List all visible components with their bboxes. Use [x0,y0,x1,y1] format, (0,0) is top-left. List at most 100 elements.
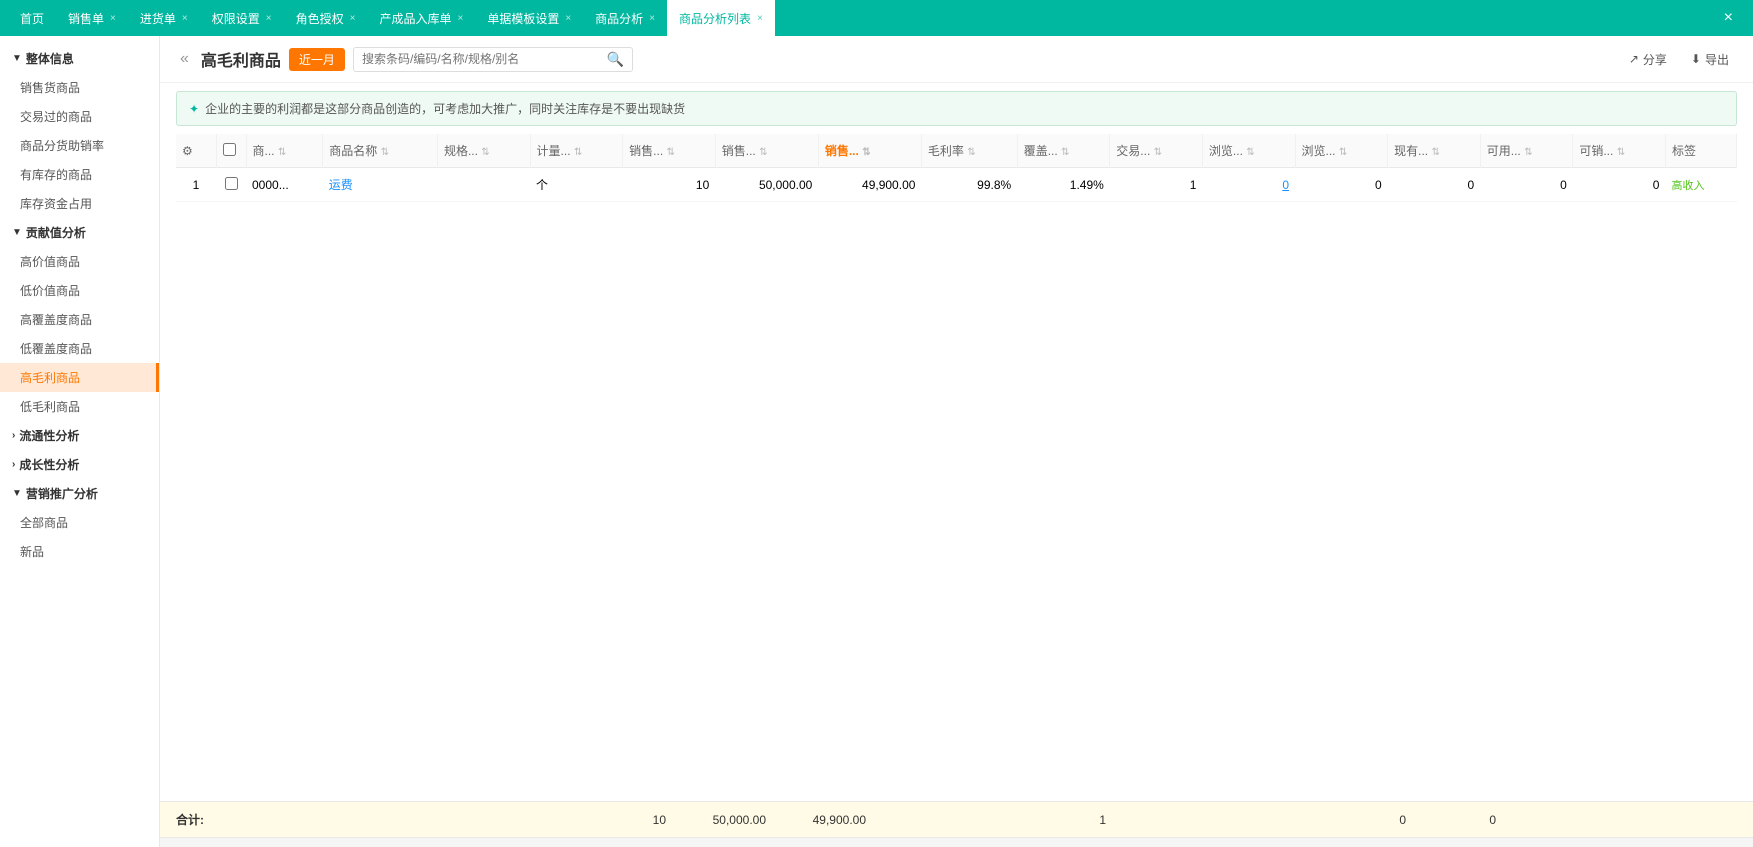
export-button[interactable]: ⬇ 导出 [1683,47,1737,72]
row-browse2: 0 [1295,168,1388,202]
window-close-button[interactable]: × [1712,9,1745,27]
nav-sales-order[interactable]: 销售单 × [56,0,128,36]
sidebar-item-in-stock-goods[interactable]: 有库存的商品 [0,160,159,189]
col-sellable-header[interactable]: 可销... ⇅ [1573,134,1666,168]
nav-role-auth[interactable]: 角色授权 × [284,0,368,36]
col-name-header[interactable]: 商品名称 ⇅ [323,134,438,168]
footer-total: 合计: 10 50,000.00 49,900.00 1 0 0 [160,801,1753,837]
col-checkbox[interactable] [216,134,246,168]
row-current: 0 [1388,168,1481,202]
arrow-growth-icon: › [12,459,15,470]
close-role-auth-icon[interactable]: × [350,13,356,24]
sidebar-item-sales-goods[interactable]: 销售货商品 [0,73,159,102]
sidebar-item-high-value[interactable]: 高价值商品 [0,247,159,276]
col-coverage-header[interactable]: 覆盖... ⇅ [1017,134,1110,168]
footer-sales1: 10 [606,813,666,827]
sidebar-group-growth[interactable]: › 成长性分析 [0,450,159,479]
footer-available: 0 [1346,813,1406,827]
sidebar-item-low-coverage[interactable]: 低覆盖度商品 [0,334,159,363]
sidebar-item-low-margin[interactable]: 低毛利商品 [0,392,159,421]
col-transaction-header[interactable]: 交易... ⇅ [1110,134,1203,168]
nav-product-analysis-list[interactable]: 商品分析列表 × [667,0,775,36]
top-navigation: 首页 销售单 × 进货单 × 权限设置 × 角色授权 × 产成品入库单 × 单据… [0,0,1753,36]
settings-icon[interactable]: ⚙ [182,144,193,158]
col-code-header[interactable]: 商... ⇅ [246,134,323,168]
row-sales2: 50,000.00 [715,168,818,202]
sort-sales3-icon: ⇅ [862,147,870,158]
nav-home[interactable]: 首页 [8,0,56,36]
col-available-header[interactable]: 可用... ⇅ [1480,134,1573,168]
close-product-analysis-icon[interactable]: × [649,13,655,24]
sort-sales1-icon: ⇅ [667,147,675,158]
close-purchase-order-icon[interactable]: × [182,13,188,24]
close-template-icon[interactable]: × [565,13,571,24]
content-area: « 高毛利商品 近一月 🔍 ↗ 分享 ⬇ 导出 ✦ 企业的主要的利润都是这部分商… [160,36,1753,847]
period-filter-button[interactable]: 近一月 [289,48,345,71]
row-available: 0 [1480,168,1573,202]
select-all-checkbox[interactable] [223,143,236,156]
sidebar-item-stock-capital[interactable]: 库存资金占用 [0,189,159,218]
share-button[interactable]: ↗ 分享 [1621,47,1675,72]
search-box[interactable]: 🔍 [353,47,633,72]
row-name[interactable]: 运费 [323,168,438,202]
row-browse1[interactable]: 0 [1202,168,1295,202]
sidebar-item-high-margin[interactable]: 高毛利商品 [0,363,159,392]
row-seq: 1 [176,168,216,202]
sidebar-item-new-goods[interactable]: 新品 [0,537,159,566]
arrow-contribution-icon: ▼ [12,227,22,238]
col-sales3-header[interactable]: 销售... ⇅ [818,134,921,168]
close-analysis-list-icon[interactable]: × [757,13,763,24]
row-code: 0000... [246,168,323,202]
col-tag-header[interactable]: 标签 [1665,134,1736,168]
nav-permission-settings[interactable]: 权限设置 × [200,0,284,36]
col-browse2-header[interactable]: 浏览... ⇅ [1295,134,1388,168]
sort-spec-icon: ⇅ [481,147,489,158]
col-unit-header[interactable]: 计量... ⇅ [530,134,623,168]
col-settings[interactable]: ⚙ [176,134,216,168]
sort-unit-icon: ⇅ [574,147,582,158]
col-current-header[interactable]: 现有... ⇅ [1388,134,1481,168]
sidebar-group-overview[interactable]: ▼ 整体信息 [0,44,159,73]
sort-gross-icon: ⇅ [967,147,975,158]
sidebar-item-low-value[interactable]: 低价值商品 [0,276,159,305]
nav-purchase-order[interactable]: 进货单 × [128,0,200,36]
arrow-liquidity-icon: › [12,430,15,441]
col-sales1-header[interactable]: 销售... ⇅ [623,134,716,168]
search-icon[interactable]: 🔍 [607,51,624,68]
close-permission-icon[interactable]: × [266,13,272,24]
row-sales1: 10 [623,168,716,202]
nav-template-settings[interactable]: 单据模板设置 × [475,0,583,36]
page-title: 高毛利商品 [201,47,281,71]
sidebar-collapse-button[interactable]: « [176,46,193,72]
search-input[interactable] [362,52,607,66]
col-sales2-header[interactable]: 销售... ⇅ [715,134,818,168]
data-table: ⚙ 商... ⇅ 商品名称 ⇅ [176,134,1737,202]
close-sales-order-icon[interactable]: × [110,13,116,24]
row-coverage: 1.49% [1017,168,1110,202]
close-product-inbound-icon[interactable]: × [457,13,463,24]
row-sales3: 49,900.00 [818,168,921,202]
sidebar-item-traded-goods[interactable]: 交易过的商品 [0,102,159,131]
bottom-scrollbar[interactable] [160,837,1753,847]
sidebar-group-marketing[interactable]: ▼ 营销推广分析 [0,479,159,508]
row-unit: 个 [530,168,623,202]
row-check-0[interactable] [225,177,238,190]
sidebar-item-all-goods[interactable]: 全部商品 [0,508,159,537]
col-gross-rate-header[interactable]: 毛利率 ⇅ [921,134,1017,168]
nav-product-analysis[interactable]: 商品分析 × [583,0,667,36]
sidebar-group-liquidity[interactable]: › 流通性分析 [0,421,159,450]
sidebar-item-goods-assist-rate[interactable]: 商品分货助销率 [0,131,159,160]
sort-sales2-icon: ⇅ [759,147,767,158]
row-checkbox[interactable] [216,168,246,202]
sidebar-group-contribution[interactable]: ▼ 贡献值分析 [0,218,159,247]
footer-sales3: 49,900.00 [786,813,866,827]
row-tag: 高收入 [1665,168,1736,202]
total-label: 合计: [176,811,256,828]
arrow-marketing-icon: ▼ [12,488,22,499]
table-row: 1 0000... 运费 个 10 50,000.00 49,900.00 99… [176,168,1737,202]
col-spec-header[interactable]: 规格... ⇅ [437,134,530,168]
nav-product-inbound[interactable]: 产成品入库单 × [367,0,475,36]
table-container[interactable]: ⚙ 商... ⇅ 商品名称 ⇅ [176,134,1737,801]
col-browse1-header[interactable]: 浏览... ⇅ [1202,134,1295,168]
sidebar-item-high-coverage[interactable]: 高覆盖度商品 [0,305,159,334]
